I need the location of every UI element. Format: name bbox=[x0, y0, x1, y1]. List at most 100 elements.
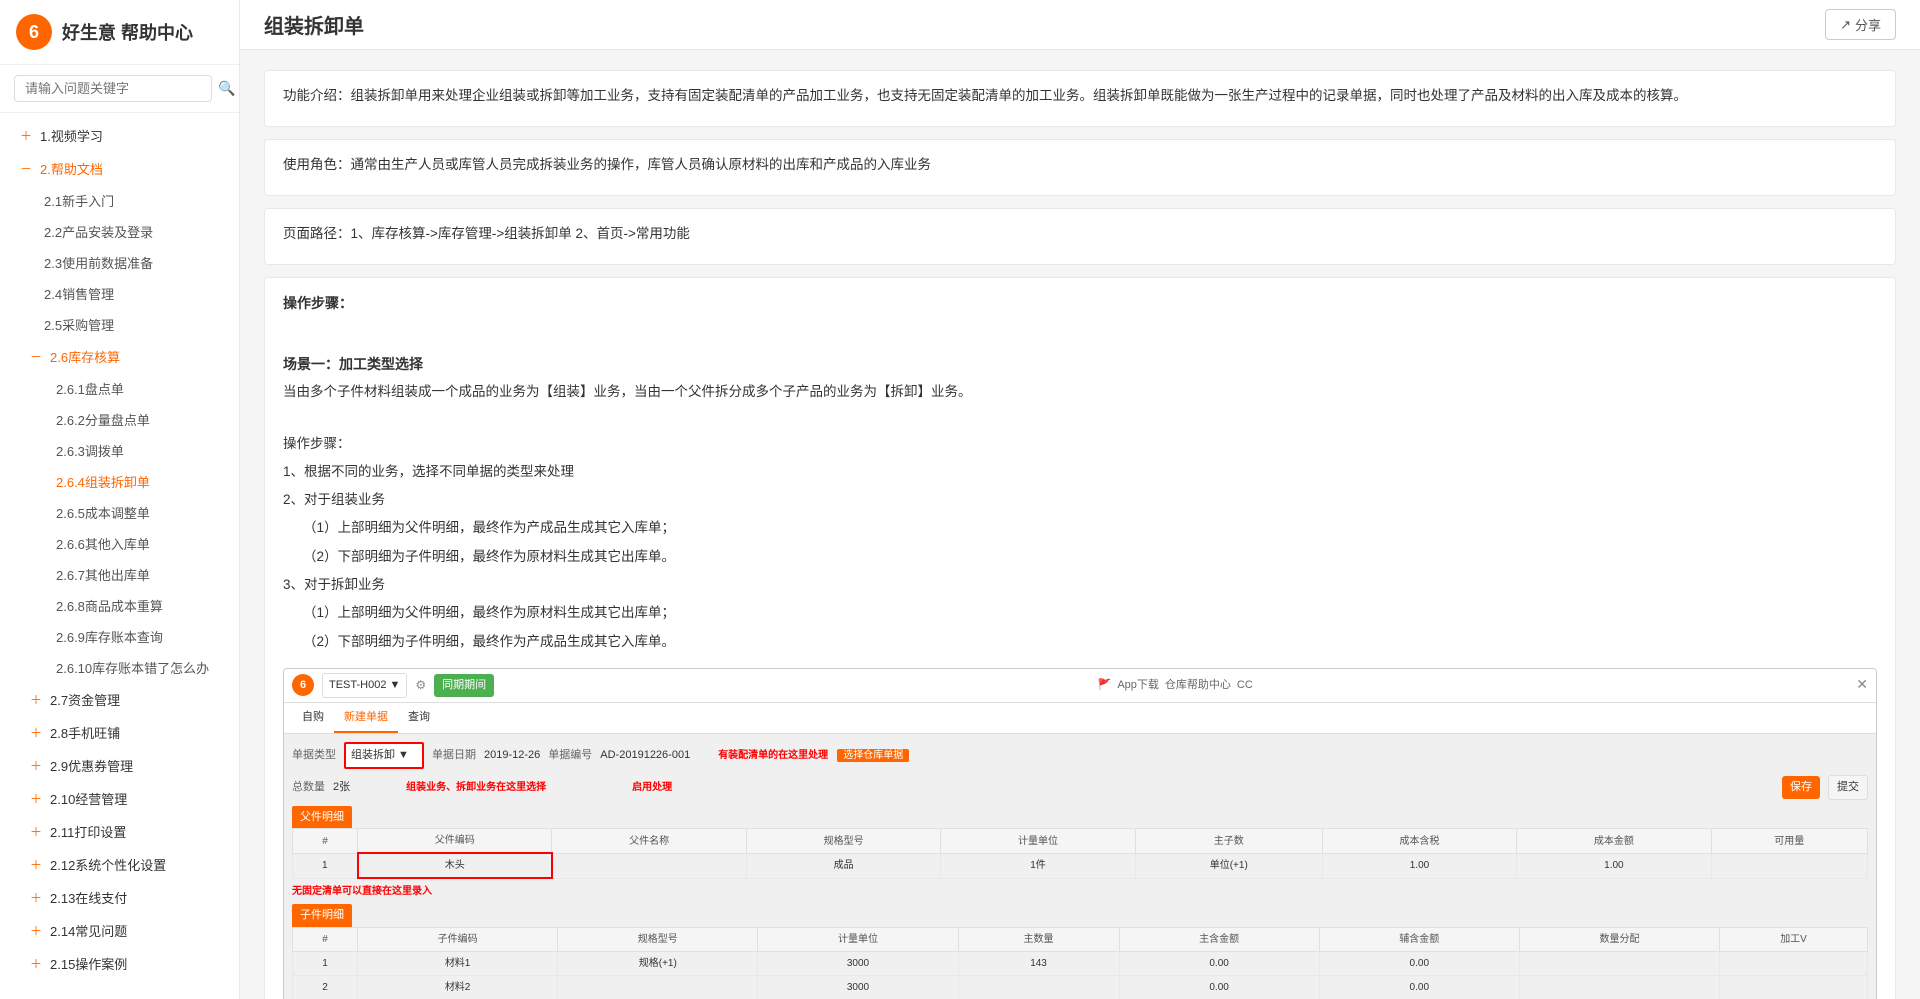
sidebar-item-video[interactable]: ＋ 1.视频学习 bbox=[0, 119, 239, 152]
col-main-qty: 主子数 bbox=[1135, 829, 1322, 854]
annotation3-text: 启用处理 bbox=[632, 782, 672, 793]
role-text: 使用角色：通常由生产人员或库管人员完成拆装业务的操作，库管人员确认原材料的出库和… bbox=[283, 154, 1877, 177]
sidebar-item-helpdoc[interactable]: － 2.帮助文档 bbox=[0, 152, 239, 185]
search-input[interactable] bbox=[14, 75, 212, 102]
plus-icon: ＋ bbox=[20, 127, 34, 144]
scenario1-title: 场景一：加工类型选择 bbox=[283, 353, 1877, 377]
sidebar-item-assembly[interactable]: 2.6.4组装拆卸单 bbox=[0, 466, 239, 497]
plus-icon-faq: ＋ bbox=[30, 922, 44, 939]
sidebar-item-purchase[interactable]: 2.5采购管理 bbox=[0, 309, 239, 340]
sidebar-item-cost-recalc[interactable]: 2.6.8商品成本重算 bbox=[0, 590, 239, 621]
code-label: 单据编号 bbox=[548, 746, 592, 765]
table-row: 1 材料1 规格(+1) 3000 143 0.00 0.00 bbox=[293, 952, 1868, 976]
search-icon[interactable]: 🔍 bbox=[218, 80, 235, 97]
logo-icon: 6 bbox=[16, 14, 52, 50]
sidebar-item-other-out[interactable]: 2.6.7其他出库单 bbox=[0, 559, 239, 590]
sidebar-item-finance[interactable]: ＋ 2.7资金管理 bbox=[0, 683, 239, 716]
sidebar-item-print[interactable]: ＋ 2.11打印设置 bbox=[0, 815, 239, 848]
sidebar-item-inv-ledger[interactable]: 2.6.9库存账本查询 bbox=[0, 621, 239, 652]
nav-tree: ＋ 1.视频学习 － 2.帮助文档 2.1新手入门 2.2产品安装及登录 2.3… bbox=[0, 113, 239, 986]
page-title: 组装拆卸单 bbox=[264, 10, 364, 39]
sidebar-item-label: 1.视频学习 bbox=[40, 126, 103, 145]
step1: 1、根据不同的业务，选择不同单据的类型来处理 bbox=[283, 460, 1877, 484]
mock-nav: 自购 新建单据 查询 bbox=[284, 703, 1876, 735]
mock-submit-btn[interactable]: 提交 bbox=[1828, 775, 1868, 800]
share-icon: ↗ bbox=[1840, 17, 1851, 33]
sidebar-item-cost-adjust[interactable]: 2.6.5成本调整单 bbox=[0, 497, 239, 528]
sidebar-item-faq[interactable]: ＋ 2.14常见问题 bbox=[0, 914, 239, 947]
sidebar-item-stocktake[interactable]: 2.6.1盘点单 bbox=[0, 373, 239, 404]
mock-nav-new[interactable]: 新建单据 bbox=[334, 703, 398, 734]
plus-icon-payment: ＋ bbox=[30, 889, 44, 906]
sidebar-item-partial-stocktake[interactable]: 2.6.2分量盘点单 bbox=[0, 404, 239, 435]
mock-nav-home[interactable]: 自购 bbox=[292, 703, 334, 734]
sidebar-item-transfer[interactable]: 2.6.3调拨单 bbox=[0, 435, 239, 466]
mock-app: 6 TEST-H002 ▼ ⚙ 同期期间 🚩 App下载 仓库帮助中心 CC bbox=[284, 669, 1876, 999]
col-unit: 计量单位 bbox=[941, 829, 1135, 854]
path-text: 页面路径：1、库存核算->库存管理->组装拆卸单 2、首页->常用功能 bbox=[283, 223, 1877, 246]
sidebar-item-inventory[interactable]: － 2.6库存核算 bbox=[0, 340, 239, 373]
mock-close-icon[interactable]: ✕ bbox=[1856, 673, 1868, 697]
sidebar-item-data-prep[interactable]: 2.3使用前数据准备 bbox=[0, 247, 239, 278]
sidebar-item-label: 2.帮助文档 bbox=[40, 159, 103, 178]
sidebar-item-cases[interactable]: ＋ 2.15操作案例 bbox=[0, 947, 239, 980]
upper-table: # 父件编码 父件名称 规格型号 计量单位 主子数 成本含税 成本金额 可用量 bbox=[292, 828, 1868, 879]
col-no: # bbox=[293, 829, 358, 854]
step3-2: （2）下部明细为子件明细，最终作为产成品生成其它入库单。 bbox=[283, 630, 1877, 654]
mock-form-area: 单据类型 组装拆卸 ▼ 单据日期 2019-12-26 单据编号 AD-2019… bbox=[284, 734, 1876, 999]
sidebar-item-personalize[interactable]: ＋ 2.12系统个性化设置 bbox=[0, 848, 239, 881]
sidebar-item-ops[interactable]: ＋ 2.10经营管理 bbox=[0, 782, 239, 815]
share-button[interactable]: ↗ 分享 bbox=[1825, 9, 1896, 40]
annotation1-area: 有装配清单的在这里处理 选择仓库单据 bbox=[718, 746, 909, 765]
step2-1: （1）上部明细为父件明细，最终作为产成品生成其它入库单； bbox=[283, 516, 1877, 540]
steps-intro: 操作步骤： bbox=[283, 432, 1877, 456]
col-spec: 规格型号 bbox=[746, 829, 940, 854]
mock-topbar-right: 🚩 App下载 仓库帮助中心 CC bbox=[1098, 676, 1253, 695]
plus-icon-cases: ＋ bbox=[30, 955, 44, 972]
mock-green-button[interactable]: 同期期间 bbox=[434, 674, 494, 697]
steps-title: 操作步骤： bbox=[283, 292, 1877, 316]
date-label: 单据日期 bbox=[432, 746, 476, 765]
content-area: 功能介绍：组装拆卸单用来处理企业组装或拆卸等加工业务，支持有固定装配清单的产品加… bbox=[240, 50, 1920, 999]
mock-save-btn[interactable]: 保存 bbox=[1782, 776, 1820, 799]
sidebar-item-coupon[interactable]: ＋ 2.9优惠券管理 bbox=[0, 749, 239, 782]
sidebar-item-other-in[interactable]: 2.6.6其他入库单 bbox=[0, 528, 239, 559]
plus-icon-print: ＋ bbox=[30, 823, 44, 840]
top-bar: 组装拆卸单 ↗ 分享 bbox=[240, 0, 1920, 50]
intro-text: 功能介绍：组装拆卸单用来处理企业组装或拆卸等加工业务，支持有固定装配清单的产品加… bbox=[283, 85, 1877, 108]
annotation2-area: 组装业务、拆卸业务在这里选择 bbox=[406, 778, 546, 797]
annotation1-text: 有装配清单的在这里处理 bbox=[718, 750, 828, 761]
search-box: 🔍 bbox=[0, 65, 239, 113]
intro-box: 功能介绍：组装拆卸单用来处理企业组装或拆卸等加工业务，支持有固定装配清单的产品加… bbox=[264, 70, 1896, 127]
logo-area: 6 好生意 帮助中心 bbox=[0, 0, 239, 65]
mock-gear-icon: ⚙ bbox=[415, 675, 426, 695]
scenario1-desc: 当由多个子件材料组装成一个成品的业务为【组装】业务，当由一个父件拆分成多个子产品… bbox=[283, 380, 1877, 404]
mock-store-name: TEST-H002 bbox=[329, 676, 386, 695]
mock-store-dropdown[interactable]: TEST-H002 ▼ bbox=[322, 673, 407, 698]
sidebar-item-inv-error[interactable]: 2.6.10库存账本错了怎么办 bbox=[0, 652, 239, 683]
annotation2-text: 组装业务、拆卸业务在这里选择 bbox=[406, 782, 546, 793]
plus-icon-finance: ＋ bbox=[30, 691, 44, 708]
mock-topbar: 6 TEST-H002 ▼ ⚙ 同期期间 🚩 App下载 仓库帮助中心 CC bbox=[284, 669, 1876, 703]
screenshot-container: 6 TEST-H002 ▼ ⚙ 同期期间 🚩 App下载 仓库帮助中心 CC bbox=[283, 668, 1877, 999]
mock-nav-query[interactable]: 查询 bbox=[398, 703, 440, 734]
upper-section-header: 父件明细 bbox=[292, 806, 352, 829]
sidebar-item-install[interactable]: 2.2产品安装及登录 bbox=[0, 216, 239, 247]
main-area: 组装拆卸单 ↗ 分享 功能介绍：组装拆卸单用来处理企业组装或拆卸等加工业务，支持… bbox=[240, 0, 1920, 999]
doc-type-dropdown[interactable]: 组装拆卸 ▼ bbox=[344, 742, 424, 769]
step2: 2、对于组装业务 bbox=[283, 488, 1877, 512]
chevron-icon: ▼ bbox=[389, 676, 400, 695]
sidebar-item-payment[interactable]: ＋ 2.13在线支付 bbox=[0, 881, 239, 914]
sidebar-item-sales[interactable]: 2.4销售管理 bbox=[0, 278, 239, 309]
step3-1: （1）上部明细为父件明细，最终作为原材料生成其它出库单； bbox=[283, 601, 1877, 625]
mock-flag-icon: 🚩 bbox=[1098, 676, 1112, 695]
code-value: AD-20191226-001 bbox=[600, 746, 690, 765]
plus-icon-coupon: ＋ bbox=[30, 757, 44, 774]
sidebar-item-mobile[interactable]: ＋ 2.8手机旺铺 bbox=[0, 716, 239, 749]
date-value: 2019-12-26 bbox=[484, 746, 540, 765]
mock-select-warehouse-btn[interactable]: 选择仓库单据 bbox=[837, 749, 909, 762]
minus-icon-inventory: － bbox=[30, 348, 44, 365]
sidebar-item-newbie[interactable]: 2.1新手入门 bbox=[0, 185, 239, 216]
logo-text: 好生意 帮助中心 bbox=[62, 19, 193, 45]
col-cost-amt: 成本金额 bbox=[1517, 829, 1711, 854]
